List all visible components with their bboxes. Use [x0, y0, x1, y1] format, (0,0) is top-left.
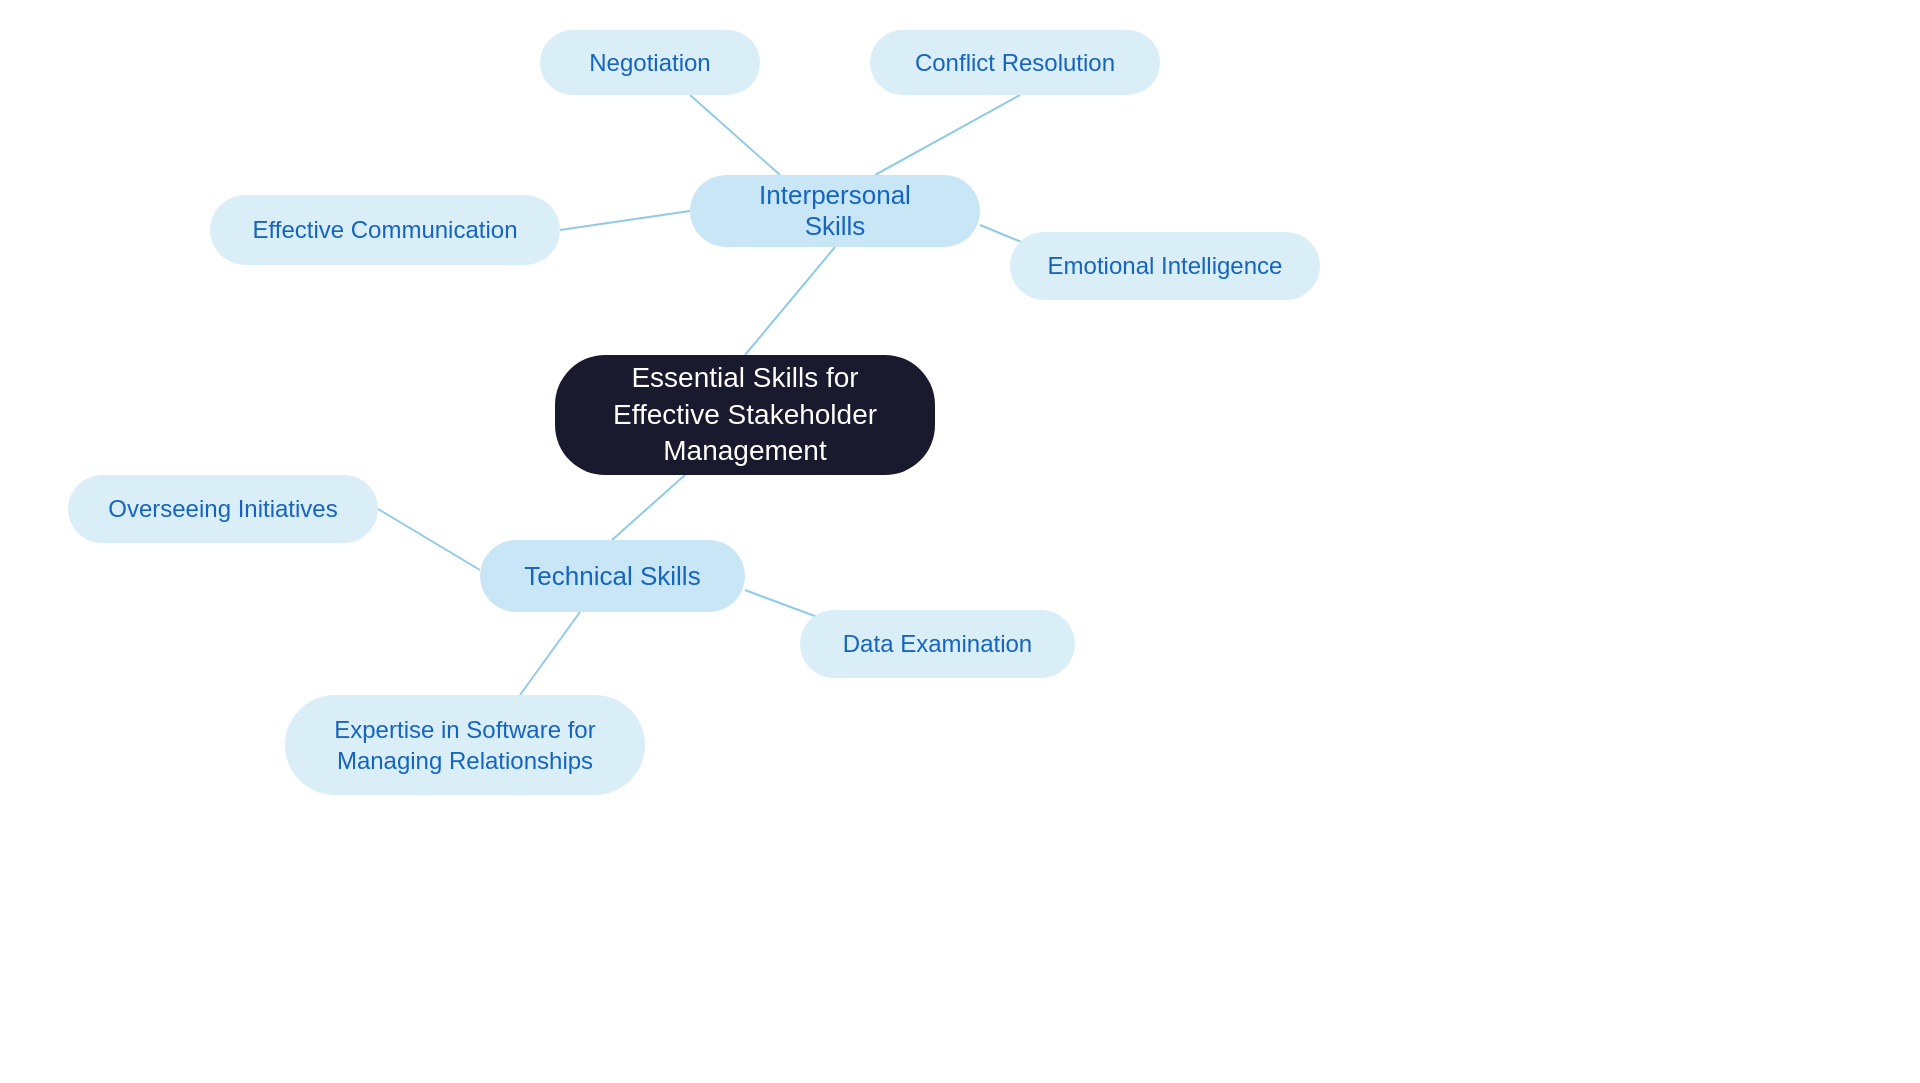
leaf-conflict-resolution: Conflict Resolution — [870, 30, 1160, 95]
leaf-data-examination: Data Examination — [800, 610, 1075, 678]
expertise-label: Expertise in Software for Managing Relat… — [317, 714, 613, 776]
negotiation-label: Negotiation — [589, 49, 710, 77]
technical-label: Technical Skills — [524, 561, 700, 592]
conflict-label: Conflict Resolution — [915, 49, 1115, 77]
leaf-overseeing-initiatives: Overseeing Initiatives — [68, 475, 378, 543]
communication-label: Effective Communication — [252, 216, 517, 244]
svg-line-8 — [520, 612, 580, 695]
overseeing-label: Overseeing Initiatives — [108, 495, 337, 523]
leaf-expertise-software: Expertise in Software for Managing Relat… — [285, 695, 645, 795]
svg-line-3 — [875, 95, 1020, 175]
svg-line-1 — [612, 475, 685, 540]
central-node: Essential Skills for Effective Stakehold… — [555, 355, 935, 475]
emotional-label: Emotional Intelligence — [1048, 252, 1283, 280]
branch-technical: Technical Skills — [480, 540, 745, 612]
svg-line-2 — [690, 95, 780, 175]
leaf-negotiation: Negotiation — [540, 30, 760, 95]
svg-line-4 — [560, 211, 690, 230]
interpersonal-label: Interpersonal Skills — [726, 180, 944, 242]
svg-line-0 — [745, 247, 835, 355]
branch-interpersonal: Interpersonal Skills — [690, 175, 980, 247]
leaf-effective-communication: Effective Communication — [210, 195, 560, 265]
leaf-emotional-intelligence: Emotional Intelligence — [1010, 232, 1320, 300]
central-label: Essential Skills for Effective Stakehold… — [579, 360, 911, 469]
data-label: Data Examination — [843, 630, 1032, 658]
svg-line-6 — [378, 509, 480, 570]
